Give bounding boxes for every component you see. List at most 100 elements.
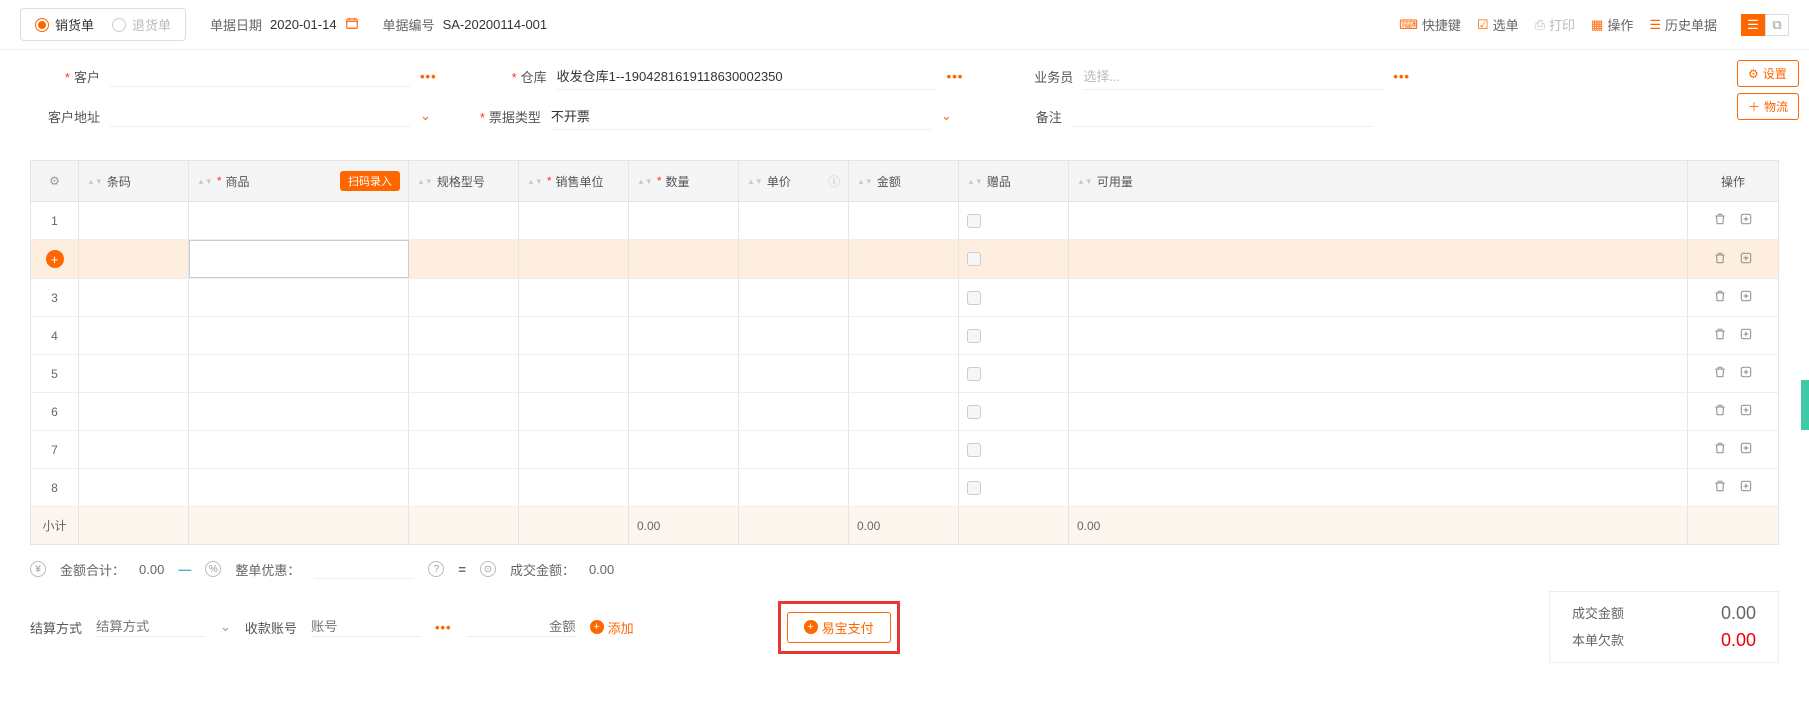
gift-checkbox[interactable]: [967, 252, 981, 266]
col-available[interactable]: ▲▼可用量: [1069, 161, 1688, 201]
cell-unit[interactable]: [519, 355, 629, 392]
col-qty[interactable]: ▲▼*数量: [629, 161, 739, 201]
add-row-icon[interactable]: [1739, 365, 1753, 382]
cell-product[interactable]: [189, 202, 409, 239]
cell-qty[interactable]: [629, 202, 739, 239]
remark-input[interactable]: [1072, 105, 1372, 127]
table-row[interactable]: +: [31, 240, 1778, 279]
cell-spec[interactable]: [409, 469, 519, 506]
cell-spec[interactable]: [409, 202, 519, 239]
tab-return-order[interactable]: 退货单: [112, 15, 171, 34]
cell-barcode[interactable]: [79, 431, 189, 468]
col-price[interactable]: ▲▼单价ⓘ: [739, 161, 849, 201]
calendar-icon[interactable]: [345, 16, 359, 33]
table-row[interactable]: 8: [31, 469, 1778, 507]
side-drawer-handle[interactable]: [1801, 380, 1809, 430]
cell-gift[interactable]: [959, 431, 1069, 468]
cell-unit[interactable]: [519, 202, 629, 239]
chevron-down-icon[interactable]: ⌄: [941, 108, 952, 124]
cell-gift[interactable]: [959, 279, 1069, 316]
table-row[interactable]: 1: [31, 202, 1778, 240]
address-input[interactable]: [110, 105, 410, 127]
cell-qty[interactable]: [629, 317, 739, 354]
cell-unit[interactable]: [519, 279, 629, 316]
cell-product[interactable]: [189, 431, 409, 468]
salesman-lookup-icon[interactable]: •••: [1393, 69, 1410, 84]
cell-barcode[interactable]: [79, 469, 189, 506]
customer-input[interactable]: [110, 65, 410, 87]
cell-unit[interactable]: [519, 431, 629, 468]
cell-gift[interactable]: [959, 393, 1069, 430]
warehouse-input[interactable]: 收发仓库1--1904281619118630002350: [557, 62, 937, 90]
cell-amount[interactable]: [849, 469, 959, 506]
cell-gift[interactable]: [959, 355, 1069, 392]
table-row[interactable]: 6: [31, 393, 1778, 431]
cell-gift[interactable]: [959, 240, 1069, 278]
gift-checkbox[interactable]: [967, 291, 981, 305]
invoice-type-input[interactable]: 不开票: [551, 102, 931, 130]
cell-qty[interactable]: [629, 240, 739, 278]
table-row[interactable]: 3: [31, 279, 1778, 317]
cell-product[interactable]: [189, 469, 409, 506]
cell-qty[interactable]: [629, 393, 739, 430]
help-icon[interactable]: ?: [428, 561, 444, 577]
delete-row-icon[interactable]: [1713, 403, 1727, 420]
table-settings-icon[interactable]: ⚙: [49, 174, 60, 188]
receipt-account-input[interactable]: [311, 617, 421, 637]
col-unit[interactable]: ▲▼*销售单位: [519, 161, 629, 201]
cell-amount[interactable]: [849, 279, 959, 316]
select-order-button[interactable]: ☑选单: [1477, 15, 1519, 34]
cell-barcode[interactable]: [79, 393, 189, 430]
discount-input[interactable]: [314, 559, 414, 579]
col-amount[interactable]: ▲▼金额: [849, 161, 959, 201]
customer-lookup-icon[interactable]: •••: [420, 69, 437, 84]
delete-row-icon[interactable]: [1713, 251, 1727, 268]
cell-product[interactable]: [189, 393, 409, 430]
cell-price[interactable]: [739, 355, 849, 392]
cell-price[interactable]: [739, 279, 849, 316]
gift-checkbox[interactable]: [967, 214, 981, 228]
view-compact-toggle[interactable]: ☰: [1741, 14, 1765, 36]
cell-amount[interactable]: [849, 431, 959, 468]
gift-checkbox[interactable]: [967, 329, 981, 343]
operations-button[interactable]: ▦操作: [1591, 15, 1633, 34]
cell-product[interactable]: [189, 355, 409, 392]
cell-spec[interactable]: [409, 431, 519, 468]
add-row-icon[interactable]: [1739, 479, 1753, 496]
cell-unit[interactable]: [519, 317, 629, 354]
cell-price[interactable]: [739, 431, 849, 468]
cell-unit[interactable]: [519, 393, 629, 430]
cell-amount[interactable]: [849, 202, 959, 239]
cell-unit[interactable]: [519, 469, 629, 506]
add-row-icon[interactable]: [1739, 289, 1753, 306]
cell-product[interactable]: [189, 279, 409, 316]
cell-amount[interactable]: [849, 393, 959, 430]
scan-input-badge[interactable]: 扫码录入: [340, 171, 400, 191]
cell-price[interactable]: [739, 240, 849, 278]
table-row[interactable]: 4: [31, 317, 1778, 355]
gift-checkbox[interactable]: [967, 367, 981, 381]
cell-gift[interactable]: [959, 202, 1069, 239]
add-row-icon[interactable]: [1739, 212, 1753, 229]
table-row[interactable]: 5: [31, 355, 1778, 393]
cell-spec[interactable]: [409, 393, 519, 430]
cell-barcode[interactable]: [79, 355, 189, 392]
warehouse-lookup-icon[interactable]: •••: [947, 69, 964, 84]
col-spec[interactable]: ▲▼规格型号: [409, 161, 519, 201]
cell-product[interactable]: [189, 240, 409, 278]
cell-gift[interactable]: [959, 469, 1069, 506]
cell-product[interactable]: [189, 317, 409, 354]
gift-checkbox[interactable]: [967, 405, 981, 419]
cell-spec[interactable]: [409, 317, 519, 354]
yeepay-button[interactable]: + 易宝支付: [787, 612, 891, 643]
payment-amount-input[interactable]: [466, 617, 576, 637]
help-icon[interactable]: ⓘ: [828, 173, 840, 190]
add-row-icon[interactable]: [1739, 251, 1753, 268]
cell-gift[interactable]: [959, 317, 1069, 354]
chevron-down-icon[interactable]: ⌄: [220, 619, 231, 635]
salesman-input[interactable]: 选择...: [1083, 62, 1383, 90]
cell-qty[interactable]: [629, 431, 739, 468]
cell-barcode[interactable]: [79, 240, 189, 278]
cell-price[interactable]: [739, 317, 849, 354]
delete-row-icon[interactable]: [1713, 365, 1727, 382]
